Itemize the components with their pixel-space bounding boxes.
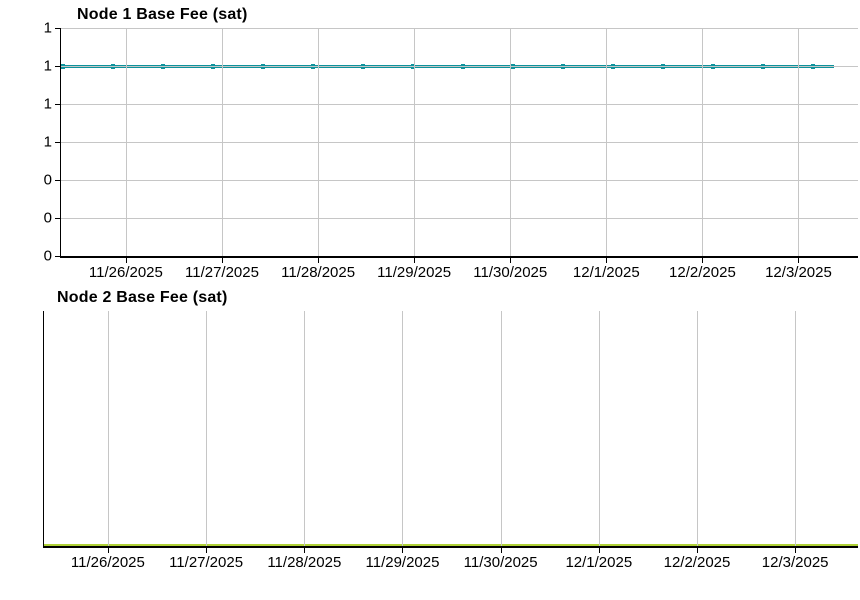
vertical-gridline (500, 311, 502, 546)
x-tick-label: 11/28/2025 (267, 554, 342, 571)
y-tick-mark (55, 142, 60, 143)
x-tick-label: 11/26/2025 (70, 554, 145, 571)
y-tick-mark (55, 256, 60, 257)
horizontal-gridline (61, 217, 858, 219)
x-tick-label: 12/2/2025 (663, 554, 731, 571)
x-tick-mark (598, 548, 600, 553)
x-tick-mark (402, 548, 404, 553)
horizontal-gridline (61, 180, 858, 181)
x-tick-label: 11/27/2025 (169, 554, 244, 571)
x-tick-label: 12/1/2025 (565, 554, 633, 571)
node1-base-fee-chart: Node 1 Base Fee (sat) 11/26/2025 11/27/20… (0, 0, 860, 285)
x-tick-mark (318, 258, 320, 263)
x-tick-mark (107, 548, 109, 553)
node1-chart-title: Node 1 Base Fee (sat) (77, 6, 248, 23)
horizontal-gridline (61, 28, 858, 29)
x-tick-mark (414, 258, 416, 263)
y-tick-label: 0 (43, 171, 52, 189)
node1-plot-area: 11/26/2025 11/27/2025 11/28/2025 11/29/2025… (44, 20, 858, 281)
vertical-gridline (107, 311, 109, 546)
x-tick-mark (304, 548, 306, 553)
x-tick-mark (206, 548, 208, 553)
x-tick-mark (125, 258, 127, 263)
vertical-gridline (206, 311, 208, 546)
x-tick-mark (696, 548, 698, 553)
x-tick-mark (221, 258, 223, 263)
vertical-gridline (598, 311, 600, 546)
vertical-gridline (696, 311, 698, 546)
vertical-gridline (304, 311, 306, 546)
y-tick-mark (55, 217, 60, 219)
x-tick-label: 11/27/2025 (185, 264, 259, 281)
horizontal-gridline (61, 103, 858, 105)
x-tick-label: 11/29/2025 (365, 554, 440, 571)
x-tick-mark (606, 258, 608, 263)
x-tick-mark (795, 548, 797, 553)
node2-chart-title: Node 2 Base Fee (sat) (57, 289, 228, 306)
vertical-gridline (795, 311, 797, 546)
y-tick-label: 0 (43, 247, 52, 265)
node2-series-line (44, 544, 858, 546)
y-tick-mark (55, 180, 60, 181)
x-tick-mark (702, 258, 704, 263)
node2-base-fee-chart: Node 2 Base Fee (sat) 11/26/2025 11/27/20… (0, 285, 860, 600)
y-tick-mark (55, 103, 60, 105)
x-tick-label: 12/2/2025 (669, 264, 736, 281)
x-tick-label: 11/29/2025 (377, 264, 452, 281)
x-tick-label: 12/1/2025 (572, 264, 640, 281)
y-tick-label: 1 (43, 133, 52, 151)
charts-canvas: { "page": { "background": "#ffffff" }, "… (0, 0, 860, 600)
x-tick-label: 12/3/2025 (765, 264, 832, 281)
x-tick-label: 11/30/2025 (463, 554, 538, 571)
x-tick-label: 11/26/2025 (88, 264, 163, 281)
horizontal-gridline (61, 66, 858, 67)
x-tick-label: 12/3/2025 (761, 554, 829, 571)
y-tick-label: 1 (43, 19, 52, 37)
x-tick-mark (500, 548, 502, 553)
x-tick-mark (510, 258, 512, 263)
y-tick-mark (55, 66, 60, 67)
y-tick-label: 0 (43, 209, 52, 227)
horizontal-gridline (61, 142, 858, 143)
y-tick-label: 1 (43, 57, 52, 75)
vertical-gridline (402, 311, 404, 546)
y-tick-label: 1 (43, 95, 52, 113)
x-tick-mark (798, 258, 800, 263)
x-tick-label: 11/28/2025 (281, 264, 356, 281)
node2-plot-area: 11/26/2025 11/27/2025 11/28/2025 11/29/2025… (43, 311, 858, 571)
y-tick-mark (55, 28, 60, 29)
x-tick-label: 11/30/2025 (473, 264, 548, 281)
